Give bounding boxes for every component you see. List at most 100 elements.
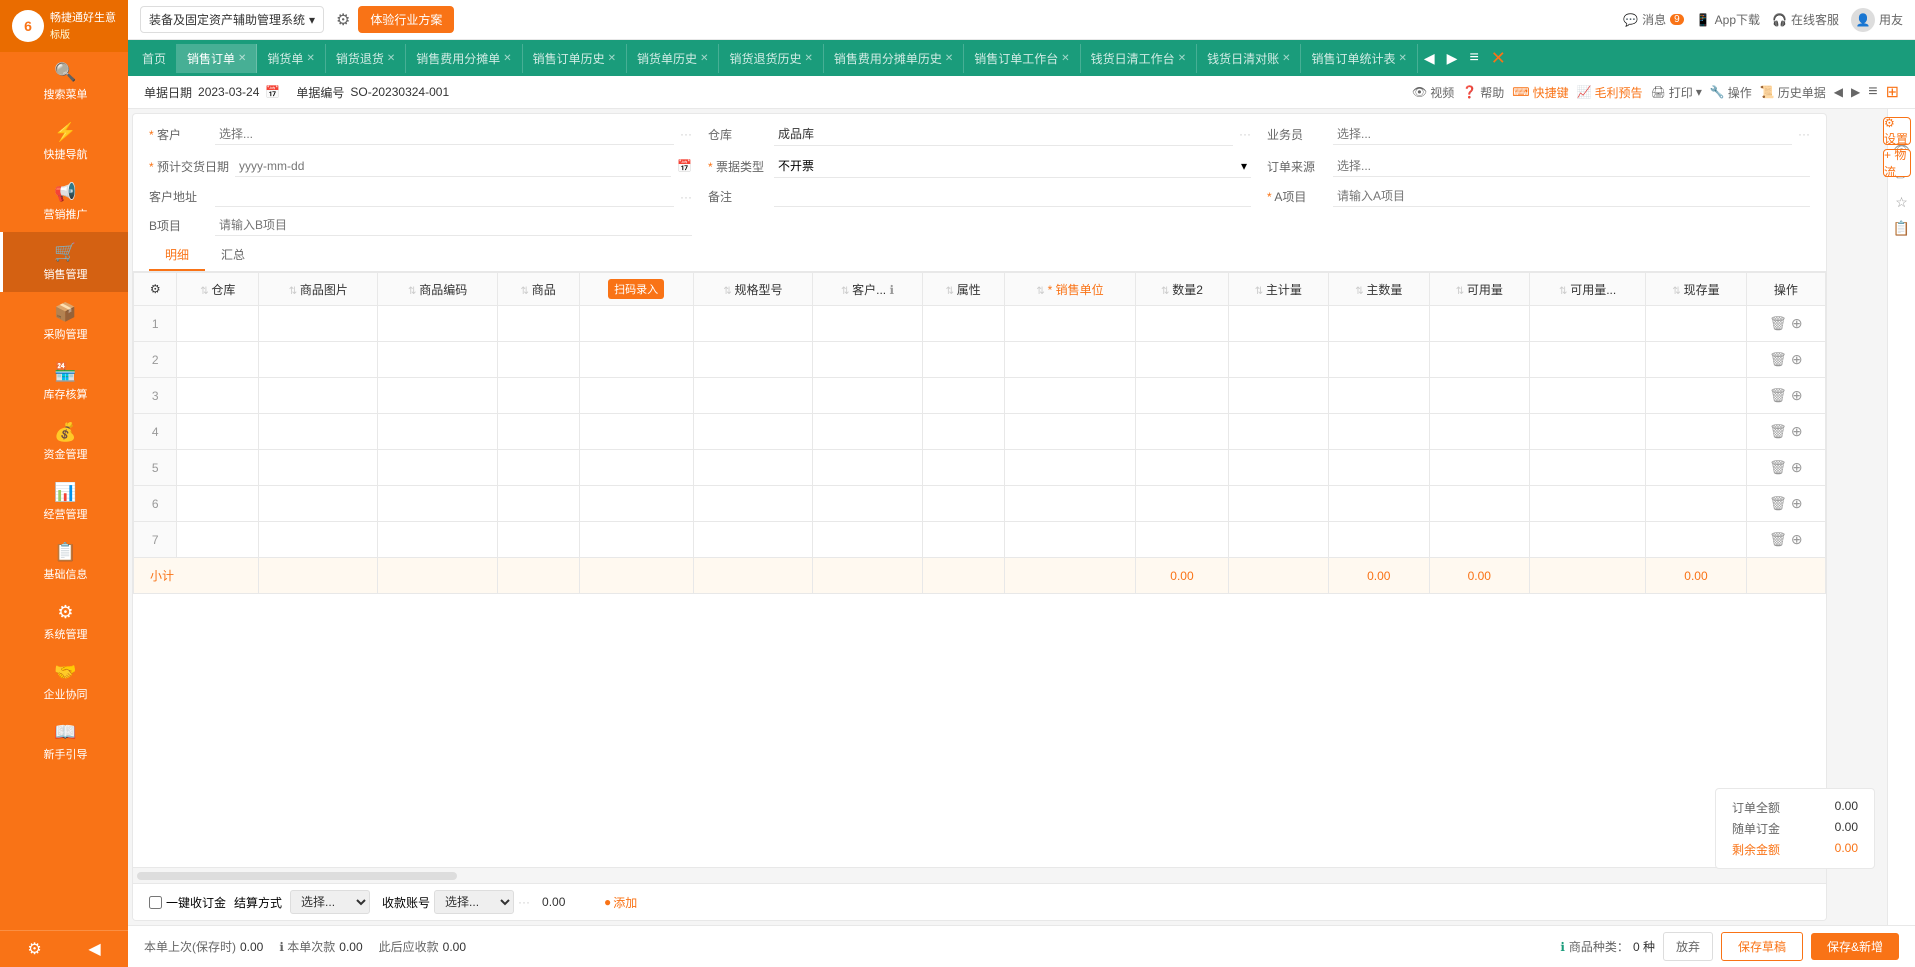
col-spec[interactable]: 规格型号 — [693, 273, 812, 306]
address-more-icon[interactable]: ··· — [680, 190, 692, 204]
project-b-input[interactable] — [215, 215, 692, 236]
row-attribute[interactable] — [922, 306, 1004, 342]
sidebar-item-basic[interactable]: 📋 基础信息 — [0, 532, 128, 592]
row-product[interactable] — [497, 342, 579, 378]
preview-btn[interactable]: 👁 视频 — [1412, 84, 1454, 101]
nav-next-icon[interactable]: ▶ — [1851, 85, 1860, 99]
row-customer-code[interactable] — [813, 306, 923, 342]
tab-close-icon[interactable]: ✕ — [700, 53, 708, 64]
row-delete-icon[interactable]: 🗑 — [1769, 423, 1787, 440]
invoice-select[interactable]: 不开票 ▾ — [774, 154, 1251, 178]
app-download-item[interactable]: 📱 App下载 — [1696, 11, 1760, 28]
row-warehouse[interactable] — [177, 306, 259, 342]
sidebar-item-sales[interactable]: 🛒 销售管理 — [0, 232, 128, 292]
scan-input-btn[interactable]: 扫码录入 — [608, 279, 664, 299]
row-delete-icon[interactable]: 🗑 — [1769, 351, 1787, 368]
project-a-input[interactable] — [1333, 186, 1810, 207]
tab-menu-btn[interactable]: ≡ — [1463, 45, 1484, 71]
row-stock[interactable] — [1646, 342, 1747, 378]
tab-order-workbench[interactable]: 销售订单工作台 ✕ — [964, 44, 1080, 73]
row-delete-icon[interactable]: 🗑 — [1769, 315, 1787, 332]
row-available[interactable] — [1429, 306, 1530, 342]
remark-input[interactable] — [774, 186, 1251, 207]
row-code[interactable] — [378, 306, 497, 342]
customer-input[interactable] — [215, 124, 674, 145]
row-available[interactable] — [1429, 342, 1530, 378]
tab-home[interactable]: 首页 — [132, 44, 177, 73]
row-copy-icon[interactable]: ⊕ — [1791, 495, 1803, 512]
col-available[interactable]: 可用量 — [1429, 273, 1530, 306]
row-copy-icon[interactable]: ⊕ — [1791, 315, 1803, 332]
sidebar-item-shortcut[interactable]: ⚡ 快捷导航 — [0, 112, 128, 172]
sidebar-item-system[interactable]: ⚙ 系统管理 — [0, 592, 128, 652]
horizontal-scrollbar[interactable] — [137, 872, 457, 880]
col-main-unit[interactable]: 主计量 — [1228, 273, 1329, 306]
profit-btn[interactable]: 📈 毛利预告 — [1577, 84, 1643, 101]
history-btn[interactable]: 📜 历史单据 — [1760, 84, 1826, 101]
row-warehouse[interactable] — [177, 342, 259, 378]
tab-close-all-btn[interactable]: ✕ — [1485, 44, 1512, 73]
help-btn[interactable]: ❓ 帮助 — [1462, 84, 1504, 101]
online-service-item[interactable]: 🎧 在线客服 — [1772, 11, 1839, 28]
sidebar-item-search[interactable]: 🔍 搜索菜单 — [0, 52, 128, 112]
tab-prev-btn[interactable]: ◀ — [1418, 46, 1441, 71]
tab-goods-history[interactable]: 销货单历史 ✕ — [627, 44, 719, 73]
quick-payment-checkbox[interactable]: 一键收订金 — [149, 894, 226, 911]
tab-next-btn[interactable]: ▶ — [1441, 46, 1464, 71]
row-stock[interactable] — [1646, 306, 1747, 342]
row-delete-icon[interactable]: 🗑 — [1769, 459, 1787, 476]
shortcut-btn[interactable]: ⌨ 快捷键 — [1512, 84, 1568, 101]
tab-order-history[interactable]: 销售订单历史 ✕ — [523, 44, 627, 73]
row-main-qty[interactable] — [1329, 342, 1430, 378]
col-code[interactable]: 商品编码 — [378, 273, 497, 306]
add-payment-btn[interactable]: ● 添加 — [604, 894, 637, 911]
row-main-qty[interactable] — [1329, 306, 1430, 342]
save-draft-btn[interactable]: 保存草稿 — [1721, 932, 1803, 961]
delivery-date-input[interactable] — [235, 156, 671, 177]
date-picker-icon[interactable]: 📅 — [677, 159, 692, 173]
save-new-btn[interactable]: 保存&新增 — [1811, 933, 1899, 960]
payment-method-select[interactable]: 选择... — [290, 890, 370, 914]
col-product[interactable]: 商品 — [497, 273, 579, 306]
tab-daily-workbench[interactable]: 钱货日清工作台 ✕ — [1081, 44, 1197, 73]
tab-close-icon[interactable]: ✕ — [1399, 53, 1407, 64]
row-spec[interactable] — [693, 306, 812, 342]
tab-summary[interactable]: 汇总 — [205, 240, 261, 271]
tab-close-icon[interactable]: ✕ — [306, 53, 314, 64]
calendar-icon[interactable]: 📅 — [265, 85, 280, 99]
row-customer-code[interactable] — [813, 342, 923, 378]
row-available2[interactable] — [1530, 342, 1646, 378]
row-available2[interactable] — [1530, 306, 1646, 342]
tab-expense[interactable]: 销售费用分摊单 ✕ — [406, 44, 522, 73]
row-product[interactable] — [497, 306, 579, 342]
col-image[interactable]: 商品图片 — [259, 273, 378, 306]
row-copy-icon[interactable]: ⊕ — [1791, 459, 1803, 476]
row-image[interactable] — [259, 306, 378, 342]
col-stock[interactable]: 现存量 — [1646, 273, 1747, 306]
sidebar-item-guide[interactable]: 📖 新手引导 — [0, 712, 128, 772]
col-qty2[interactable]: 数量2 — [1136, 273, 1228, 306]
tab-close-icon[interactable]: ✕ — [804, 53, 812, 64]
row-copy-icon[interactable]: ⊕ — [1791, 387, 1803, 404]
sidebar-item-inventory[interactable]: 🏪 库存核算 — [0, 352, 128, 412]
float-settings-btn[interactable]: ⚙ 设置 — [1883, 117, 1911, 145]
col-attribute[interactable]: 属性 — [922, 273, 1004, 306]
tab-reconcile[interactable]: 钱货日清对账 ✕ — [1197, 44, 1301, 73]
tab-close-icon[interactable]: ✕ — [503, 53, 511, 64]
row-copy-icon[interactable]: ⊕ — [1791, 531, 1803, 548]
user-item[interactable]: 👤 用友 — [1851, 8, 1903, 32]
sidebar-item-purchase[interactable]: 📦 采购管理 — [0, 292, 128, 352]
row-qty2[interactable] — [1136, 342, 1228, 378]
layout-list-icon[interactable]: ≡ — [1868, 83, 1877, 101]
salesperson-input[interactable] — [1333, 124, 1792, 145]
print-btn[interactable]: 🖨 打印 ▾ — [1651, 84, 1702, 101]
sidebar-collapse-btn[interactable]: ◀ — [88, 939, 100, 959]
row-attribute[interactable] — [922, 342, 1004, 378]
tab-stats[interactable]: 销售订单统计表 ✕ — [1301, 44, 1417, 73]
row-sales-unit[interactable] — [1004, 342, 1136, 378]
col-sales-unit[interactable]: * 销售单位 — [1004, 273, 1136, 306]
row-image[interactable] — [259, 342, 378, 378]
tab-sales-order[interactable]: 销售订单 ✕ — [177, 44, 257, 73]
notice-item[interactable]: 💬 消息 9 — [1623, 11, 1684, 28]
float-add-btn[interactable]: + 物流 — [1883, 149, 1911, 177]
